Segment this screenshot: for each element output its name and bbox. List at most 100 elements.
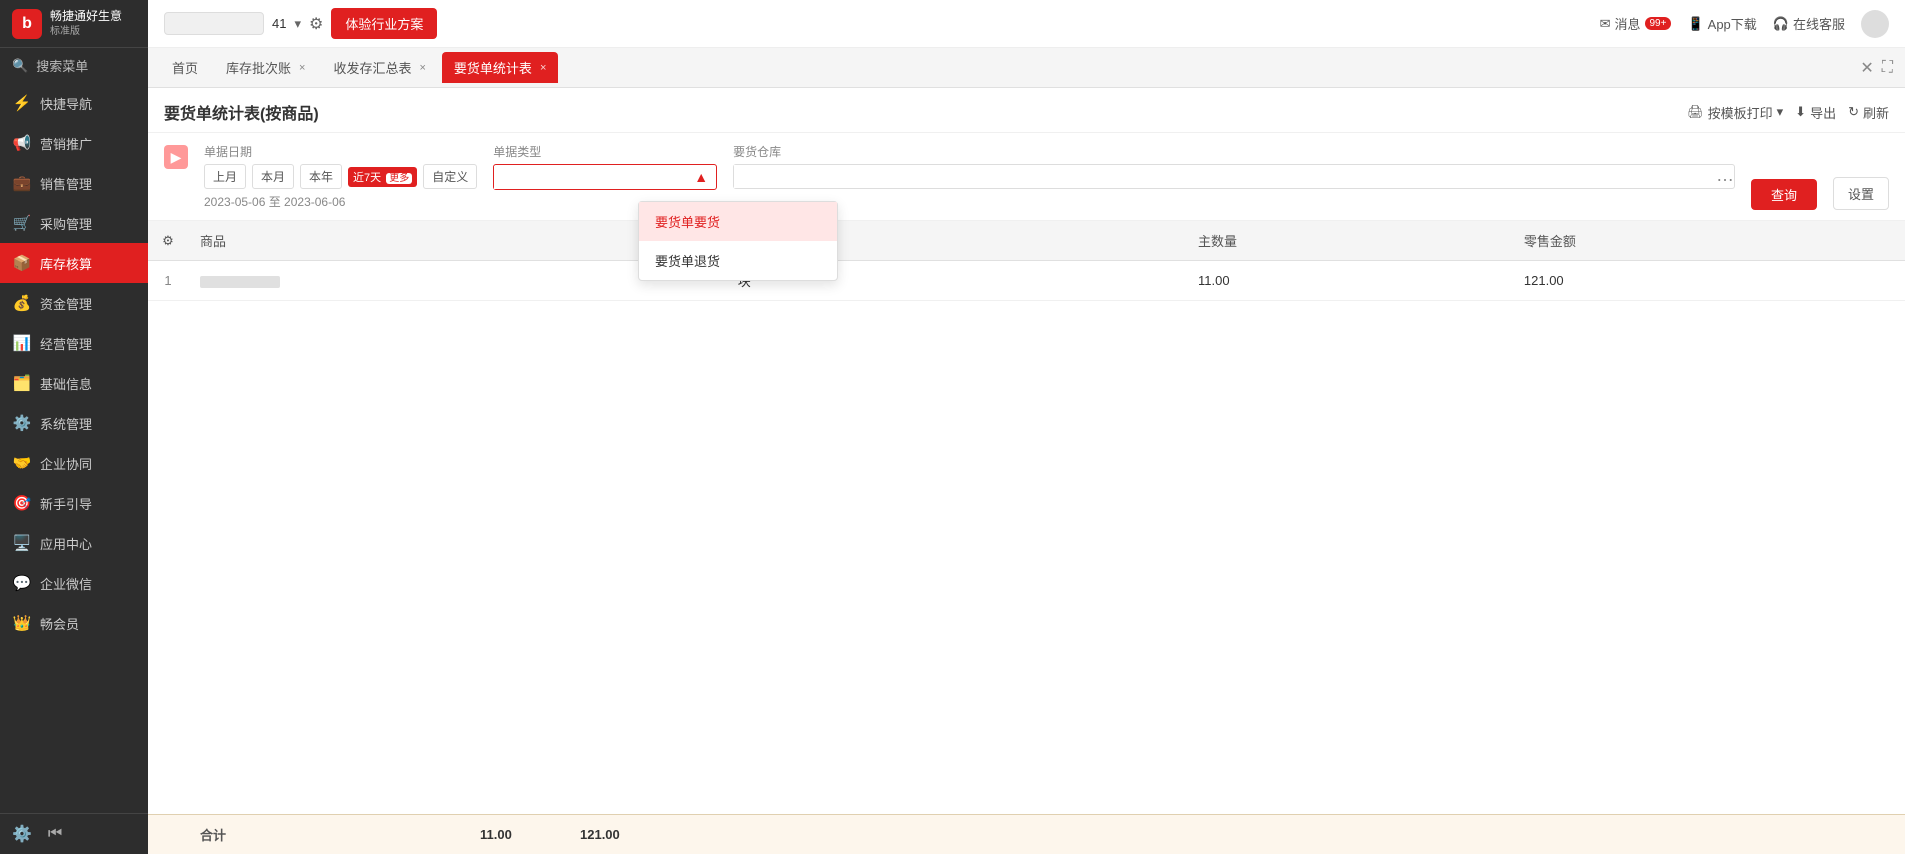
service-icon: 🎧: [1773, 16, 1789, 32]
this-month-btn[interactable]: 本月: [252, 164, 294, 189]
content-area: 要货单统计表(按商品) 🖨 按模板打印 ▾ ⬇ 导出 ↻ 刷新 ▶: [148, 88, 1905, 854]
dropdown-item-order[interactable]: 要货单要货: [639, 202, 837, 241]
nav-label-guide: 新手引导: [40, 494, 92, 513]
footer-total-qty: 11.00: [480, 827, 580, 842]
tab-label-order-stats: 要货单统计表: [454, 58, 532, 77]
nav-icon-basic: 🗂️: [12, 373, 32, 393]
col-settings[interactable]: ⚙: [148, 221, 188, 261]
sidebar-item-wechat[interactable]: 💬企业微信: [0, 563, 148, 603]
warehouse-input[interactable]: [734, 165, 1716, 188]
sidebar-search[interactable]: 🔍 搜索菜单: [0, 48, 148, 83]
sidebar-nav: ⚡快捷导航📢营销推广 💼 销售管理 🛒采购管理📦库存核算 💰 资金管理 📊经营管理🗂️基础信…: [0, 83, 148, 813]
tab-close-inventory-batch[interactable]: ×: [299, 62, 305, 74]
tab-label-receive-summary: 收发存汇总表: [333, 58, 411, 77]
breadcrumb-input[interactable]: [164, 12, 264, 35]
sidebar-item-system[interactable]: ⚙️系统管理: [0, 403, 148, 443]
type-label: 单据类型: [493, 143, 717, 160]
nav-label-inventory: 库存核算: [40, 254, 92, 273]
online-service-btn[interactable]: 🎧 在线客服: [1773, 14, 1845, 33]
nav-label-enterprise: 企业协同: [40, 454, 92, 473]
search-btn[interactable]: 查询: [1751, 179, 1817, 210]
refresh-btn[interactable]: ↻ 刷新: [1848, 103, 1889, 122]
nav-label-purchase: 采购管理: [40, 214, 92, 233]
topbar-chevron-icon[interactable]: ▾: [294, 16, 301, 32]
sidebar-item-quick-nav[interactable]: ⚡快捷导航: [0, 83, 148, 123]
topbar-num: 41: [272, 16, 286, 31]
filter-toggle-btn[interactable]: ▶: [164, 145, 188, 169]
messages-btn[interactable]: ✉ 消息 99+: [1600, 14, 1672, 33]
this-year-btn[interactable]: 本年: [300, 164, 342, 189]
tab-close-order-stats[interactable]: ×: [540, 62, 546, 74]
messages-icon: ✉: [1600, 16, 1611, 32]
tab-home[interactable]: 首页: [160, 52, 210, 83]
print-chevron-icon: ▾: [1777, 104, 1784, 120]
nav-label-sales: 销售管理: [40, 174, 92, 193]
trial-btn[interactable]: 体验行业方案: [331, 8, 437, 39]
row-no: 1: [148, 261, 188, 301]
footer-total-amount: 121.00: [580, 827, 680, 842]
nav-label-member: 畅会员: [40, 614, 79, 633]
custom-btn[interactable]: 自定义: [423, 164, 477, 189]
nav-icon-sales: 💼: [12, 173, 32, 193]
sidebar-item-finance[interactable]: 💰 资金管理: [0, 283, 148, 323]
warehouse-label: 要货仓库: [733, 143, 1735, 160]
sidebar-item-member[interactable]: 👑 畅会员: [0, 603, 148, 643]
sidebar-item-enterprise[interactable]: 🤝 企业协同: [0, 443, 148, 483]
dropdown-item-return[interactable]: 要货单退货: [639, 241, 837, 280]
export-icon: ⬇: [1795, 104, 1806, 120]
tabbar-expand-icon[interactable]: ⛶: [1882, 59, 1893, 77]
page-actions: 🖨 按模板打印 ▾ ⬇ 导出 ↻ 刷新: [1687, 103, 1889, 122]
table-container: ⚙ 商品 主计量单位 主数量 零售金额 1 块 11.00 121.00: [148, 221, 1905, 814]
nav-icon-member: 👑: [12, 613, 32, 633]
sidebar-item-apps[interactable]: 🖥️应用中心: [0, 523, 148, 563]
topbar-settings-icon[interactable]: ⚙: [309, 14, 323, 34]
prev-month-btn[interactable]: 上月: [204, 164, 246, 189]
type-input[interactable]: [494, 166, 686, 189]
search-icon: 🔍: [12, 58, 28, 74]
nav-label-quick-nav: 快捷导航: [40, 94, 92, 113]
col-qty: 主数量: [1186, 221, 1512, 261]
topbar-left: 41 ▾ ⚙ 体验行业方案: [164, 8, 1588, 39]
tabbar-actions: ✕ ⛶: [1860, 58, 1893, 78]
sidebar-item-basic[interactable]: 🗂️基础信息: [0, 363, 148, 403]
tabbar-close-icon[interactable]: ✕: [1860, 58, 1873, 78]
page-title: 要货单统计表(按商品): [164, 100, 319, 124]
sidebar-item-guide[interactable]: 🎯新手引导: [0, 483, 148, 523]
type-chevron-icon[interactable]: ▲: [686, 165, 716, 189]
tab-close-receive-summary[interactable]: ×: [419, 62, 425, 74]
row-amount: 121.00: [1512, 261, 1905, 301]
table-header-row: ⚙ 商品 主计量单位 主数量 零售金额: [148, 221, 1905, 261]
app-download-btn[interactable]: 📱 App下载: [1687, 14, 1756, 33]
type-dropdown: 要货单要货 要货单退货: [638, 201, 838, 281]
sidebar-item-marketing[interactable]: 📢营销推广: [0, 123, 148, 163]
sidebar-item-inventory[interactable]: 📦库存核算: [0, 243, 148, 283]
warehouse-more-icon[interactable]: …: [1716, 165, 1734, 186]
tab-receive-summary[interactable]: 收发存汇总表 ×: [321, 52, 437, 83]
print-btn[interactable]: 🖨 按模板打印 ▾: [1687, 103, 1783, 122]
export-btn[interactable]: ⬇ 导出: [1795, 103, 1836, 122]
settings-btn[interactable]: 设置: [1833, 177, 1889, 210]
logo-text: 畅捷通好生意 标准版: [50, 9, 122, 38]
collapse-icon[interactable]: ⏮: [48, 825, 62, 843]
tab-inventory-batch[interactable]: 库存批次账 ×: [214, 52, 317, 83]
tab-order-stats[interactable]: 要货单统计表 ×: [442, 52, 558, 83]
main: 41 ▾ ⚙ 体验行业方案 ✉ 消息 99+ 📱 App下载 🎧 在线客服 首页…: [148, 0, 1905, 854]
settings-icon[interactable]: ⚙️: [12, 824, 32, 844]
nav-icon-operations: 📊: [12, 333, 32, 353]
tabbar: 首页 库存批次账 × 收发存汇总表 × 要货单统计表 × ✕ ⛶: [148, 48, 1905, 88]
tab-label-home: 首页: [172, 58, 198, 77]
nav-icon-enterprise: 🤝: [12, 453, 32, 473]
table-row: 1 块 11.00 121.00: [148, 261, 1905, 301]
nav-icon-finance: 💰: [12, 293, 32, 313]
sidebar-item-sales[interactable]: 💼 销售管理: [0, 163, 148, 203]
nav-label-finance: 资金管理: [40, 294, 92, 313]
sidebar-item-operations[interactable]: 📊经营管理: [0, 323, 148, 363]
avatar[interactable]: [1861, 10, 1889, 38]
page-header: 要货单统计表(按商品) 🖨 按模板打印 ▾ ⬇ 导出 ↻ 刷新: [148, 88, 1905, 133]
filter-bar: ▶ 单据日期 上月 本月 本年 近7天 更多 自定义 2023-05-06 至 …: [148, 133, 1905, 221]
recent-7-badge[interactable]: 近7天 更多: [348, 167, 417, 187]
type-input-row: ▲: [493, 164, 717, 190]
tab-label-inventory-batch: 库存批次账: [226, 58, 291, 77]
nav-label-wechat: 企业微信: [40, 574, 92, 593]
sidebar-item-purchase[interactable]: 🛒采购管理: [0, 203, 148, 243]
